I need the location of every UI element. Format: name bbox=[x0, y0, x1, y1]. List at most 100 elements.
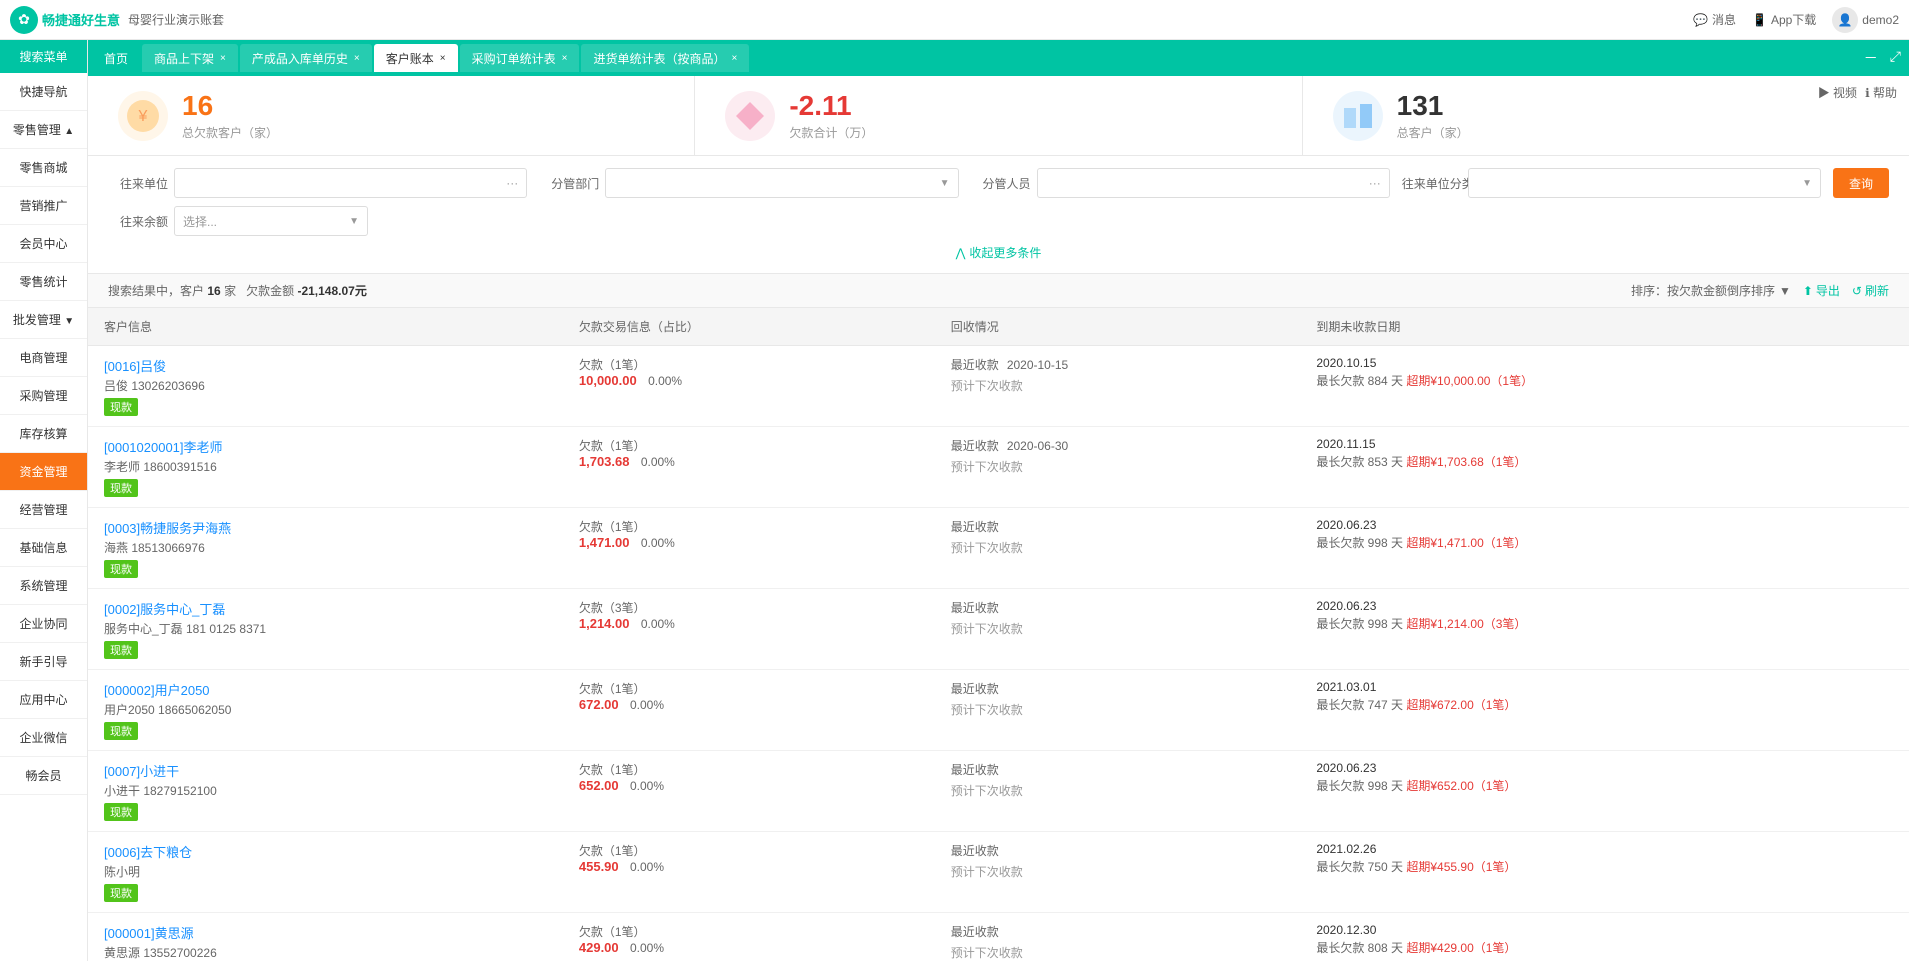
td-due-date-0: 2020.10.15 最长欠款 884 天 超期¥10,000.00（1笔） bbox=[1300, 346, 1909, 427]
dept-select[interactable]: ▼ bbox=[605, 168, 958, 198]
sidebar-item-retail-mgmt[interactable]: 零售管理 ▲ bbox=[0, 111, 87, 149]
sidebar-item-sys-mgmt[interactable]: 系统管理 bbox=[0, 567, 87, 605]
th-collect-status: 回收情况 bbox=[935, 308, 1301, 346]
customer-name-6[interactable]: [0006]去下粮仓 bbox=[104, 842, 547, 861]
export-label: 导出 bbox=[1816, 282, 1840, 299]
overdue-link-7[interactable]: 超期¥429.00（1笔） bbox=[1406, 941, 1516, 955]
next-collect-5: 预计下次收款 bbox=[951, 782, 1285, 799]
tab-maximize-icon[interactable]: ⤢ bbox=[1886, 46, 1905, 70]
overdue-link-5[interactable]: 超期¥652.00（1笔） bbox=[1406, 779, 1516, 793]
tab-close-icon[interactable]: × bbox=[440, 53, 446, 64]
customer-name-0[interactable]: [0016]吕俊 bbox=[104, 356, 547, 375]
tab-close-icon[interactable]: × bbox=[220, 53, 226, 64]
tab-bar-actions: － ⤢ bbox=[1860, 46, 1905, 70]
td-collect-status-6: 最近收款 预计下次收款 bbox=[935, 832, 1301, 913]
data-table: 客户信息 欠款交易信息（占比） 回收情况 到期未收款日期 [0016]吕俊 吕俊… bbox=[88, 308, 1909, 961]
tab-customer-account[interactable]: 客户账本 × bbox=[374, 44, 458, 72]
unit-type-select[interactable]: ▼ bbox=[1468, 168, 1821, 198]
sidebar-item-app-center[interactable]: 应用中心 bbox=[0, 681, 87, 719]
td-collect-status-3: 最近收款 预计下次收款 bbox=[935, 589, 1301, 670]
filter-balance: 往来余额 选择... ▼ bbox=[108, 206, 368, 236]
sidebar-item-label: 企业微信 bbox=[19, 731, 67, 745]
sidebar-item-basic-info[interactable]: 基础信息 bbox=[0, 529, 87, 567]
sidebar-item-retail-mall[interactable]: 零售商城 bbox=[0, 149, 87, 187]
overdue-link-0[interactable]: 超期¥10,000.00（1笔） bbox=[1406, 374, 1533, 388]
tab-minimize-icon[interactable]: － bbox=[1860, 46, 1882, 70]
app-download-label: App下载 bbox=[1771, 11, 1816, 28]
tab-product-off[interactable]: 商品上下架 × bbox=[142, 44, 238, 72]
sort-select[interactable]: 排序：按欠款金额倒序排序 ▼ bbox=[1631, 282, 1791, 299]
collapse-label: 收起更多条件 bbox=[969, 244, 1041, 261]
stat-label-total-customers: 总客户（家） bbox=[1397, 124, 1469, 141]
tab-close-icon[interactable]: × bbox=[731, 53, 737, 64]
from-unit-input[interactable]: ··· bbox=[174, 168, 527, 198]
sidebar-item-inventory[interactable]: 库存核算 bbox=[0, 415, 87, 453]
help-action[interactable]: ℹ 帮助 bbox=[1865, 84, 1897, 101]
owe-label-0: 欠款（1笔） bbox=[579, 356, 919, 373]
sidebar-item-retail-stats[interactable]: 零售统计 bbox=[0, 263, 87, 301]
sidebar-item-quick-nav[interactable]: 快捷导航 bbox=[0, 73, 87, 111]
overdue-link-4[interactable]: 超期¥672.00（1笔） bbox=[1406, 698, 1516, 712]
export-button[interactable]: ⬆ 导出 bbox=[1803, 282, 1840, 299]
sidebar-item-ecommerce[interactable]: 电商管理 bbox=[0, 339, 87, 377]
overdue-link-2[interactable]: 超期¥1,471.00（1笔） bbox=[1406, 536, 1526, 550]
customer-phone-7: 黄思源 13552700226 bbox=[104, 944, 547, 961]
stat-debt-customers: ¥ 16 总欠款客户（家） bbox=[88, 76, 695, 155]
customer-name-4[interactable]: [000002]用户2050 bbox=[104, 680, 547, 699]
sidebar-item-finance-mgmt[interactable]: 资金管理 bbox=[0, 453, 87, 491]
video-action[interactable]: ▶ 视频 bbox=[1818, 84, 1857, 101]
sidebar-item-enterprise-wechat[interactable]: 企业微信 bbox=[0, 719, 87, 757]
collapse-button[interactable]: ⋀ 收起更多条件 bbox=[956, 244, 1042, 261]
customer-name-7[interactable]: [000001]黄思源 bbox=[104, 923, 547, 942]
tab-close-icon[interactable]: × bbox=[354, 53, 360, 64]
message-action[interactable]: 💬 消息 bbox=[1693, 11, 1736, 28]
td-owe-info-7: 欠款（1笔） 429.00 0.00% bbox=[563, 913, 935, 961]
sidebar-item-batch-mgmt[interactable]: 批发管理 ▼ bbox=[0, 301, 87, 339]
sidebar-item-ops-mgmt[interactable]: 经营管理 bbox=[0, 491, 87, 529]
sidebar-item-enterprise-coop[interactable]: 企业协同 bbox=[0, 605, 87, 643]
tab-product-history[interactable]: 产成品入库单历史 × bbox=[240, 44, 372, 72]
balance-select[interactable]: 选择... ▼ bbox=[174, 206, 368, 236]
sidebar-search[interactable]: 搜索菜单 bbox=[0, 40, 87, 73]
tag-now-6: 现款 bbox=[104, 884, 138, 902]
tab-purchase-stats-label: 进货单统计表（按商品） bbox=[593, 50, 725, 67]
logo-area: ✿ 畅捷通好生意 bbox=[10, 6, 120, 34]
overdue-link-1[interactable]: 超期¥1,703.68（1笔） bbox=[1406, 455, 1526, 469]
td-due-date-1: 2020.11.15 最长欠款 853 天 超期¥1,703.68（1笔） bbox=[1300, 427, 1909, 508]
tab-purchase-order[interactable]: 采购订单统计表 × bbox=[460, 44, 580, 72]
tab-home[interactable]: 首页 bbox=[92, 44, 140, 72]
filter-unit-type: 往来单位分类 ▼ bbox=[1402, 168, 1821, 198]
td-customer-info-5: [0007]小进干 小进干 18279152100 现款 bbox=[88, 751, 563, 832]
tab-purchase-stats[interactable]: 进货单统计表（按商品） × bbox=[581, 44, 749, 72]
tab-product-off-label: 商品上下架 bbox=[154, 50, 214, 67]
sidebar-item-member-center[interactable]: 会员中心 bbox=[0, 225, 87, 263]
sidebar-item-member-vip[interactable]: 畅会员 bbox=[0, 757, 87, 795]
customer-name-1[interactable]: [0001020001]李老师 bbox=[104, 437, 547, 456]
search-button[interactable]: 查询 bbox=[1833, 168, 1889, 198]
top-bar-right: 💬 消息 📱 App下载 👤 demo2 bbox=[1693, 7, 1899, 33]
customer-name-2[interactable]: [0003]畅捷服务尹海燕 bbox=[104, 518, 547, 537]
customer-name-3[interactable]: [0002]服务中心_丁磊 bbox=[104, 599, 547, 618]
refresh-button[interactable]: ↺ 刷新 bbox=[1852, 282, 1889, 299]
customer-name-5[interactable]: [0007]小进干 bbox=[104, 761, 547, 780]
latest-collect-2: 最近收款 bbox=[951, 518, 1285, 535]
sidebar-item-label: 零售商城 bbox=[19, 161, 67, 175]
manager-input[interactable]: ··· bbox=[1037, 168, 1390, 198]
overdue-link-3[interactable]: 超期¥1,214.00（3笔） bbox=[1406, 617, 1526, 631]
filter-bar: 往来单位 ··· 分管部门 ▼ 分管人员 bbox=[88, 156, 1909, 274]
result-customer-unit: 家 bbox=[224, 284, 236, 298]
sidebar-item-purchase-mgmt[interactable]: 采购管理 bbox=[0, 377, 87, 415]
stat-number-total-customers: 131 bbox=[1397, 90, 1469, 122]
app-download-action[interactable]: 📱 App下载 bbox=[1752, 11, 1816, 28]
table-row: [0007]小进干 小进干 18279152100 现款 欠款（1笔） 652.… bbox=[88, 751, 1909, 832]
overdue-link-6[interactable]: 超期¥455.90（1笔） bbox=[1406, 860, 1516, 874]
table-row: [0006]去下粮仓 陈小明 现款 欠款（1笔） 455.90 0.00% 最近… bbox=[88, 832, 1909, 913]
due-date-3: 2020.06.23 bbox=[1316, 599, 1893, 613]
user-area[interactable]: 👤 demo2 bbox=[1832, 7, 1899, 33]
tab-close-icon[interactable]: × bbox=[562, 53, 568, 64]
sidebar-item-marketing[interactable]: 营销推广 bbox=[0, 187, 87, 225]
latest-collect-4: 最近收款 bbox=[951, 680, 1285, 697]
owe-label-4: 欠款（1笔） bbox=[579, 680, 919, 697]
owe-pct-7: 0.00% bbox=[630, 941, 664, 955]
sidebar-item-new-guide[interactable]: 新手引导 bbox=[0, 643, 87, 681]
